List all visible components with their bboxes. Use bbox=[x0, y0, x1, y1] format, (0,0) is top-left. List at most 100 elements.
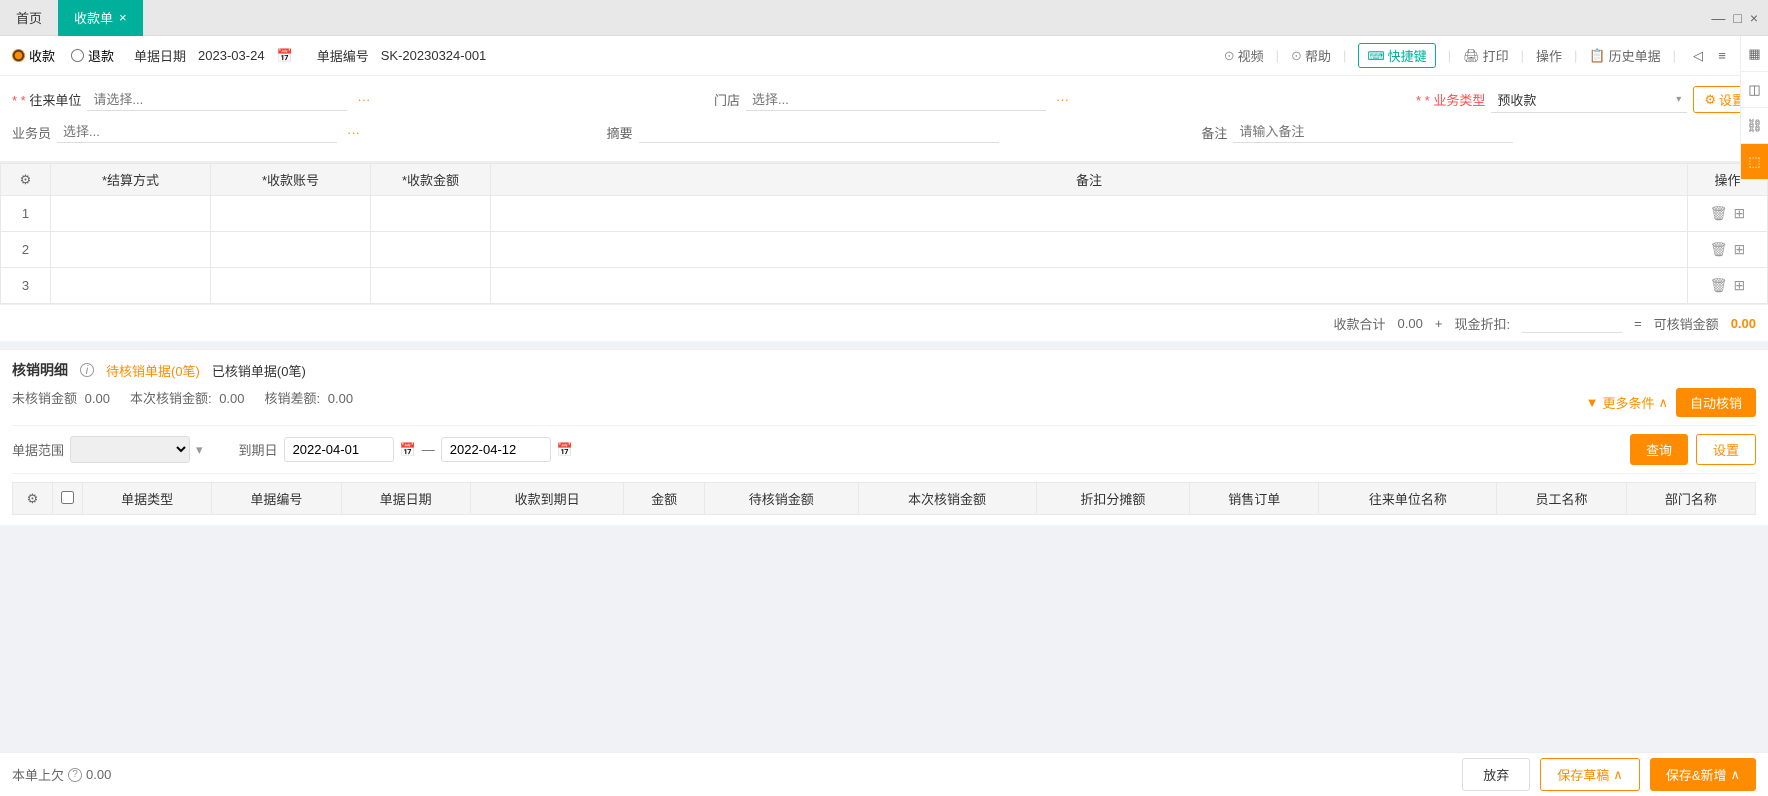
store-more-icon[interactable]: ··· bbox=[1056, 92, 1069, 107]
row1-copy-icon[interactable]: ⊞ bbox=[1734, 205, 1746, 222]
row3-copy-icon[interactable]: ⊞ bbox=[1734, 277, 1746, 294]
col-sales-order-header: 销售订单 bbox=[1190, 483, 1319, 515]
biz-type-label: * 业务类型 bbox=[1416, 90, 1485, 109]
reconcile-title: 核销明细 bbox=[12, 360, 68, 380]
operation-btn[interactable]: 操作 bbox=[1536, 46, 1562, 65]
staff-label: 业务员 bbox=[12, 123, 51, 142]
abandon-btn[interactable]: 放弃 bbox=[1462, 758, 1530, 791]
table-row: 1 🗑 ⊞ bbox=[1, 196, 1768, 232]
discount-input[interactable] bbox=[1522, 313, 1622, 333]
form-row-1: * 往来单位 ··· 门店 ··· * 业务类型 预收款 ▾ ⚙ 设置 bbox=[12, 86, 1756, 113]
staff-input[interactable] bbox=[57, 121, 337, 143]
radio-refund[interactable]: 退款 bbox=[71, 46, 114, 65]
footer-actions: 放弃 保存草稿 ∧ 保存&新增 ∧ bbox=[1462, 758, 1756, 791]
store-input[interactable] bbox=[746, 89, 1046, 111]
range-select[interactable] bbox=[70, 436, 190, 463]
window-close-btn[interactable]: × bbox=[1750, 10, 1758, 26]
table-gear-icon[interactable]: ⚙ bbox=[20, 172, 32, 187]
range-field: 单据范围 ▾ bbox=[12, 436, 203, 463]
auto-reconcile-btn[interactable]: 自动核销 bbox=[1676, 388, 1756, 417]
col-due-date-header: 收款到期日 bbox=[470, 483, 624, 515]
col-settle-header: *结算方式 bbox=[51, 164, 211, 196]
info-icon[interactable]: ? bbox=[68, 768, 82, 782]
reconcile-actions: ▼ 更多条件 ∧ 自动核销 bbox=[1586, 388, 1756, 417]
tab-bar: 首页 收款单 × — □ × bbox=[0, 0, 1768, 36]
counterpart-more-icon[interactable]: ··· bbox=[357, 92, 370, 107]
table-row: 3 🗑 ⊞ bbox=[1, 268, 1768, 304]
sidebar-icon-2[interactable]: ◫ bbox=[1741, 72, 1768, 108]
due-date-field: 到期日 📅 — 📅 bbox=[239, 437, 573, 462]
video-btn[interactable]: ⊙ 视频 bbox=[1224, 46, 1264, 65]
tab-receipt[interactable]: 收款单 × bbox=[58, 0, 143, 36]
col-gear: ⚙ bbox=[1, 164, 51, 196]
remark-input[interactable] bbox=[1233, 121, 1513, 143]
reconcile-table: ⚙ 单据类型 单据编号 单据日期 收款到期日 金额 bbox=[12, 482, 1756, 515]
print-btn[interactable]: 🖨 打印 bbox=[1463, 46, 1509, 65]
calendar-start-icon[interactable]: 📅 bbox=[400, 442, 416, 458]
row2-copy-icon[interactable]: ⊞ bbox=[1734, 241, 1746, 258]
remark-field: 备注 bbox=[1201, 121, 1756, 143]
equals-sign: = bbox=[1634, 316, 1642, 331]
radio-receipt[interactable]: 收款 bbox=[12, 46, 55, 65]
due-date-start-input[interactable] bbox=[284, 437, 394, 462]
tab-home[interactable]: 首页 bbox=[0, 0, 58, 36]
col-current-check-header: 本次核销金额 bbox=[858, 483, 1036, 515]
doc-date-label: 单据日期 bbox=[134, 46, 186, 65]
tab-close-icon[interactable]: × bbox=[119, 10, 127, 25]
discount-label: 现金折扣: bbox=[1454, 314, 1510, 333]
layout-icon-1[interactable]: ◁ bbox=[1688, 46, 1708, 66]
staff-field: 业务员 ··· bbox=[12, 121, 567, 143]
right-sidebar: ▦ ◫ ⛓ ⬚ bbox=[1740, 36, 1768, 180]
tab-home-label: 首页 bbox=[16, 8, 42, 27]
calendar-icon[interactable]: 📅 bbox=[277, 48, 293, 64]
query-btn[interactable]: 查询 bbox=[1630, 434, 1688, 465]
more-filter-btn[interactable]: ▼ 更多条件 ∧ bbox=[1586, 393, 1668, 412]
help-btn[interactable]: ⊙ 帮助 bbox=[1291, 46, 1331, 65]
save-draft-chevron: ∧ bbox=[1613, 767, 1623, 783]
window-max-btn[interactable]: □ bbox=[1733, 10, 1741, 26]
unchecked-label: 未核销金额 0.00 bbox=[12, 388, 110, 407]
done-tab[interactable]: 已核销单据(0笔) bbox=[212, 361, 306, 380]
footer-info-value: 0.00 bbox=[86, 767, 111, 782]
save-new-btn[interactable]: 保存&新增 ∧ bbox=[1650, 758, 1756, 791]
remark-label: 备注 bbox=[1201, 123, 1227, 142]
pending-tab[interactable]: 待核销单据(0笔) bbox=[106, 361, 200, 380]
settings-btn[interactable]: 设置 bbox=[1696, 434, 1756, 465]
bottom-table-gear-icon[interactable]: ⚙ bbox=[27, 491, 39, 506]
shortcut-btn[interactable]: ⌨ 快捷键 bbox=[1358, 43, 1435, 68]
summary-input[interactable] bbox=[639, 121, 999, 143]
store-label: 门店 bbox=[714, 90, 740, 109]
layout-icon-2[interactable]: ≡ bbox=[1712, 46, 1732, 66]
counterpart-input[interactable] bbox=[87, 89, 347, 111]
window-min-btn[interactable]: — bbox=[1711, 10, 1725, 26]
doc-info: 单据日期 2023-03-24 📅 单据编号 SK-20230324-001 bbox=[134, 46, 486, 65]
col-doc-type-header: 单据类型 bbox=[83, 483, 212, 515]
row3-delete-icon[interactable]: 🗑 bbox=[1710, 277, 1728, 294]
main-toolbar: 收款 退款 单据日期 2023-03-24 📅 单据编号 SK-20230324… bbox=[0, 36, 1768, 76]
col-pending-header: 待核销金额 bbox=[704, 483, 858, 515]
receivable-value: 0.00 bbox=[1731, 316, 1756, 331]
save-draft-btn[interactable]: 保存草稿 ∧ bbox=[1540, 758, 1640, 791]
select-all-checkbox[interactable] bbox=[61, 491, 74, 504]
row2-delete-icon[interactable]: 🗑 bbox=[1710, 241, 1728, 258]
summary-row: 收款合计 0.00 + 现金折扣: = 可核销金额 0.00 bbox=[0, 304, 1768, 341]
range-chevron: ▾ bbox=[196, 442, 203, 458]
sidebar-icon-1[interactable]: ▦ bbox=[1741, 36, 1768, 72]
history-btn[interactable]: 📋 历史单据 bbox=[1589, 46, 1660, 65]
sidebar-icon-3[interactable]: ⛓ bbox=[1741, 108, 1768, 144]
reconcile-stats: 未核销金额 0.00 本次核销金额: 0.00 核销差额: 0.00 bbox=[12, 388, 353, 407]
row1-delete-icon[interactable]: 🗑 bbox=[1710, 205, 1728, 222]
calendar-end-icon[interactable]: 📅 bbox=[557, 442, 573, 458]
table-row: 2 🗑 ⊞ bbox=[1, 232, 1768, 268]
current-check-label: 本次核销金额: 0.00 bbox=[130, 388, 245, 407]
summary-label: 摘要 bbox=[607, 123, 633, 142]
sidebar-icon-4[interactable]: ⬚ bbox=[1741, 144, 1768, 180]
due-date-end-input[interactable] bbox=[441, 437, 551, 462]
staff-more-icon[interactable]: ··· bbox=[347, 125, 360, 140]
col-account-header: *收款账号 bbox=[211, 164, 371, 196]
col-doc-date-header: 单据日期 bbox=[341, 483, 470, 515]
main-table-section: ⚙ *结算方式 *收款账号 *收款金额 备注 操作 bbox=[0, 162, 1768, 304]
toolbar-right: ⊙ 视频 | ⊙ 帮助 | ⌨ 快捷键 | 🖨 打印 | 操作 | 📋 历史单据… bbox=[1224, 43, 1756, 68]
reconcile-info-icon[interactable]: i bbox=[80, 363, 94, 377]
biz-type-select[interactable]: 预收款 ▾ bbox=[1491, 87, 1687, 113]
